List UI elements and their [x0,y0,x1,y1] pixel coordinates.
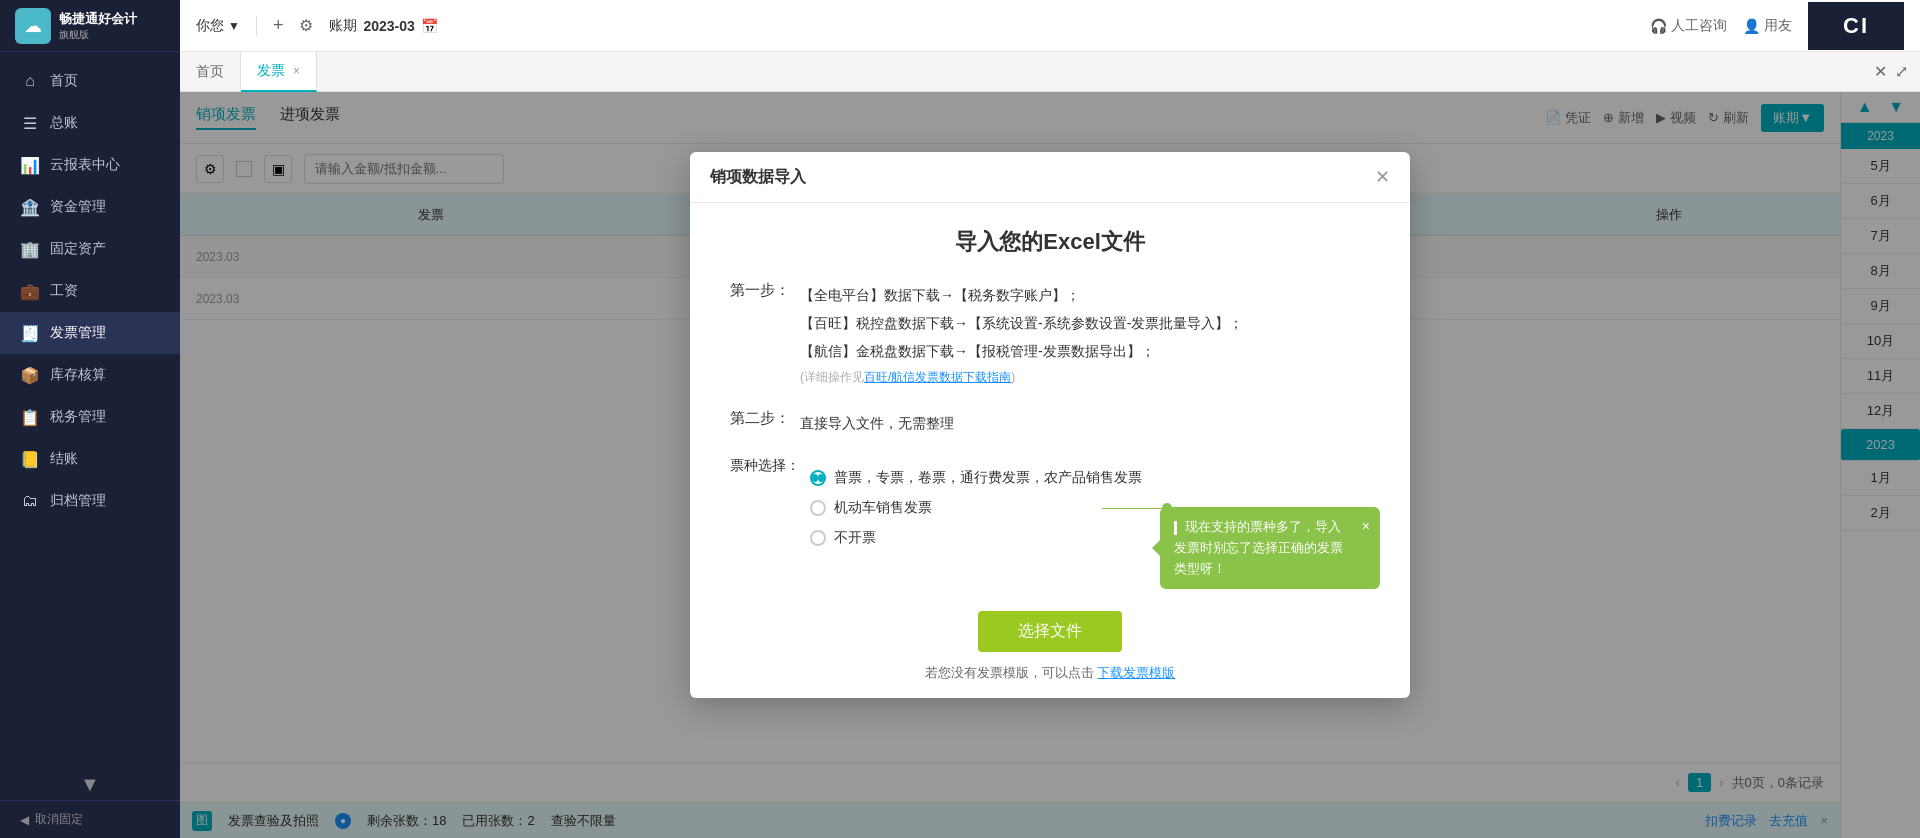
sidebar-nav: ⌂ 首页 ☰ 总账 📊 云报表中心 🏦 资金管理 🏢 固定资产 💼 工资 [0,52,180,769]
user-icon: 👤 [1743,18,1760,34]
ticket-selection: 票种选择： 普票，专票，卷票，通行费发票，农产品销售发票 [730,457,1370,571]
logo-text: 畅捷通好会计 旗舰版 [59,10,137,42]
tooltip-bar [1174,521,1177,535]
step1-note: (详细操作见百旺/航信发票数据下载指南) [800,365,1243,389]
topbar-user-button[interactable]: 👤 用友 [1743,17,1792,35]
sidebar-item-assets[interactable]: 🏢 固定资产 [0,228,180,270]
topbar-company[interactable]: 你您 ▼ [196,17,240,35]
funds-icon: 🏦 [20,197,40,217]
tooltip-arrow [1152,540,1160,556]
payroll-icon: 💼 [20,281,40,301]
radio-none[interactable]: 不开票 [810,529,1142,547]
radio-normal[interactable]: 普票，专票，卷票，通行费发票，农产品销售发票 [810,469,1142,487]
sidebar-unpin[interactable]: ◀ 取消固定 [0,800,180,838]
invoice-icon: 🧾 [20,323,40,343]
topbar-period: 账期 2023-03 📅 [329,17,437,35]
radio-none-circle [810,530,826,546]
topbar-add-button[interactable]: + [273,15,284,36]
home-icon: ⌂ [20,71,40,91]
sidebar-item-home[interactable]: ⌂ 首页 [0,60,180,102]
topbar-divider [256,16,257,36]
sidebar-item-report[interactable]: 📊 云报表中心 [0,144,180,186]
select-file-button[interactable]: 选择文件 [978,611,1122,652]
import-modal: 销项数据导入 ✕ 导入您的Excel文件 第一步： 【全电平台】数据下载→【税务… [690,152,1410,698]
modal-close-button[interactable]: ✕ [1375,166,1390,188]
topbar-support-button[interactable]: 🎧 人工咨询 [1650,17,1727,35]
calendar-icon[interactable]: 📅 [421,18,438,34]
radio-motor[interactable]: 机动车销售发票 [810,499,1142,517]
step1-link[interactable]: 百旺/航信发票数据下载指南 [864,370,1011,384]
sidebar-item-payroll[interactable]: 💼 工资 [0,270,180,312]
sidebar-item-settle[interactable]: 📒 结账 [0,438,180,480]
step2: 第二步： 直接导入文件，无需整理 [730,409,1370,437]
tooltip-close-btn[interactable]: × [1362,515,1370,537]
step2-label: 第二步： [730,409,790,437]
radio-normal-circle [810,470,826,486]
tab-home[interactable]: 首页 [180,52,241,92]
assets-icon: 🏢 [20,239,40,259]
settle-icon: 📒 [20,449,40,469]
step2-content: 直接导入文件，无需整理 [800,409,954,437]
radio-group: 普票，专票，卷票，通行费发票，农产品销售发票 机动车销售发票 [810,469,1142,559]
radio-motor-circle [810,500,826,516]
tooltip-bubble: 现在支持的票种多了，导入发票时别忘了选择正确的发票类型呀！ × [1160,507,1380,589]
step1: 第一步： 【全电平台】数据下载→【税务数字账户】； 【百旺】税控盘数据下载→【系… [730,281,1370,389]
inventory-icon: 📦 [20,365,40,385]
download-template-link[interactable]: 下载发票模版 [1097,665,1175,680]
modal-title: 销项数据导入 [710,167,806,188]
topbar-right: 🎧 人工咨询 👤 用友 CI [1650,2,1904,50]
topbar-settings-button[interactable]: ⚙ [299,16,313,35]
archive-icon: 🗂 [20,491,40,511]
sidebar-item-inventory[interactable]: 📦 库存核算 [0,354,180,396]
tab-maximize-area: ✕ ⤢ [1874,62,1920,81]
modal-main-title: 导入您的Excel文件 [730,227,1370,257]
tax-icon: 📋 [20,407,40,427]
maximize-icon[interactable]: ⤢ [1895,62,1908,81]
sidebar-item-archive[interactable]: 🗂 归档管理 [0,480,180,522]
ticket-label: 票种选择： [730,457,800,475]
ci-badge: CI [1808,2,1904,50]
content-area: 销项发票 进项发票 📄 凭证 ⊕ 新增 [180,92,1920,838]
logo-icon: ☁ [15,8,51,44]
sidebar-item-ledger[interactable]: ☰ 总账 [0,102,180,144]
close-window-icon[interactable]: ✕ [1874,62,1887,81]
chevron-down-icon: ▼ [228,19,240,33]
ledger-icon: ☰ [20,113,40,133]
modal-footer: 选择文件 若您没有发票模版，可以点击 下载发票模版 [690,601,1410,698]
tab-invoice[interactable]: 发票 × [241,52,317,92]
topbar: 你您 ▼ + ⚙ 账期 2023-03 📅 🎧 人工咨询 👤 用友 [180,0,1920,52]
modal-header: 销项数据导入 ✕ [690,152,1410,203]
tab-invoice-close[interactable]: × [293,64,300,78]
modal-body: 导入您的Excel文件 第一步： 【全电平台】数据下载→【税务数字账户】； 【百… [690,203,1410,601]
sidebar-scroll-down[interactable]: ▼ [0,769,180,800]
modal-overlay: 销项数据导入 ✕ 导入您的Excel文件 第一步： 【全电平台】数据下载→【税务… [180,92,1920,838]
pin-icon: ◀ [20,813,29,827]
sidebar-logo: ☁ 畅捷通好会计 旗舰版 [0,0,180,52]
template-link-area: 若您没有发票模版，可以点击 下载发票模版 [925,664,1176,682]
sidebar-item-invoice[interactable]: 🧾 发票管理 [0,312,180,354]
step1-content: 【全电平台】数据下载→【税务数字账户】； 【百旺】税控盘数据下载→【系统设置-系… [800,281,1243,389]
sidebar-item-tax[interactable]: 📋 税务管理 [0,396,180,438]
report-icon: 📊 [20,155,40,175]
headset-icon: 🎧 [1650,18,1667,34]
tabs-bar: 首页 发票 × ✕ ⤢ [180,52,1920,92]
step1-label: 第一步： [730,281,790,389]
sidebar-item-funds[interactable]: 🏦 资金管理 [0,186,180,228]
